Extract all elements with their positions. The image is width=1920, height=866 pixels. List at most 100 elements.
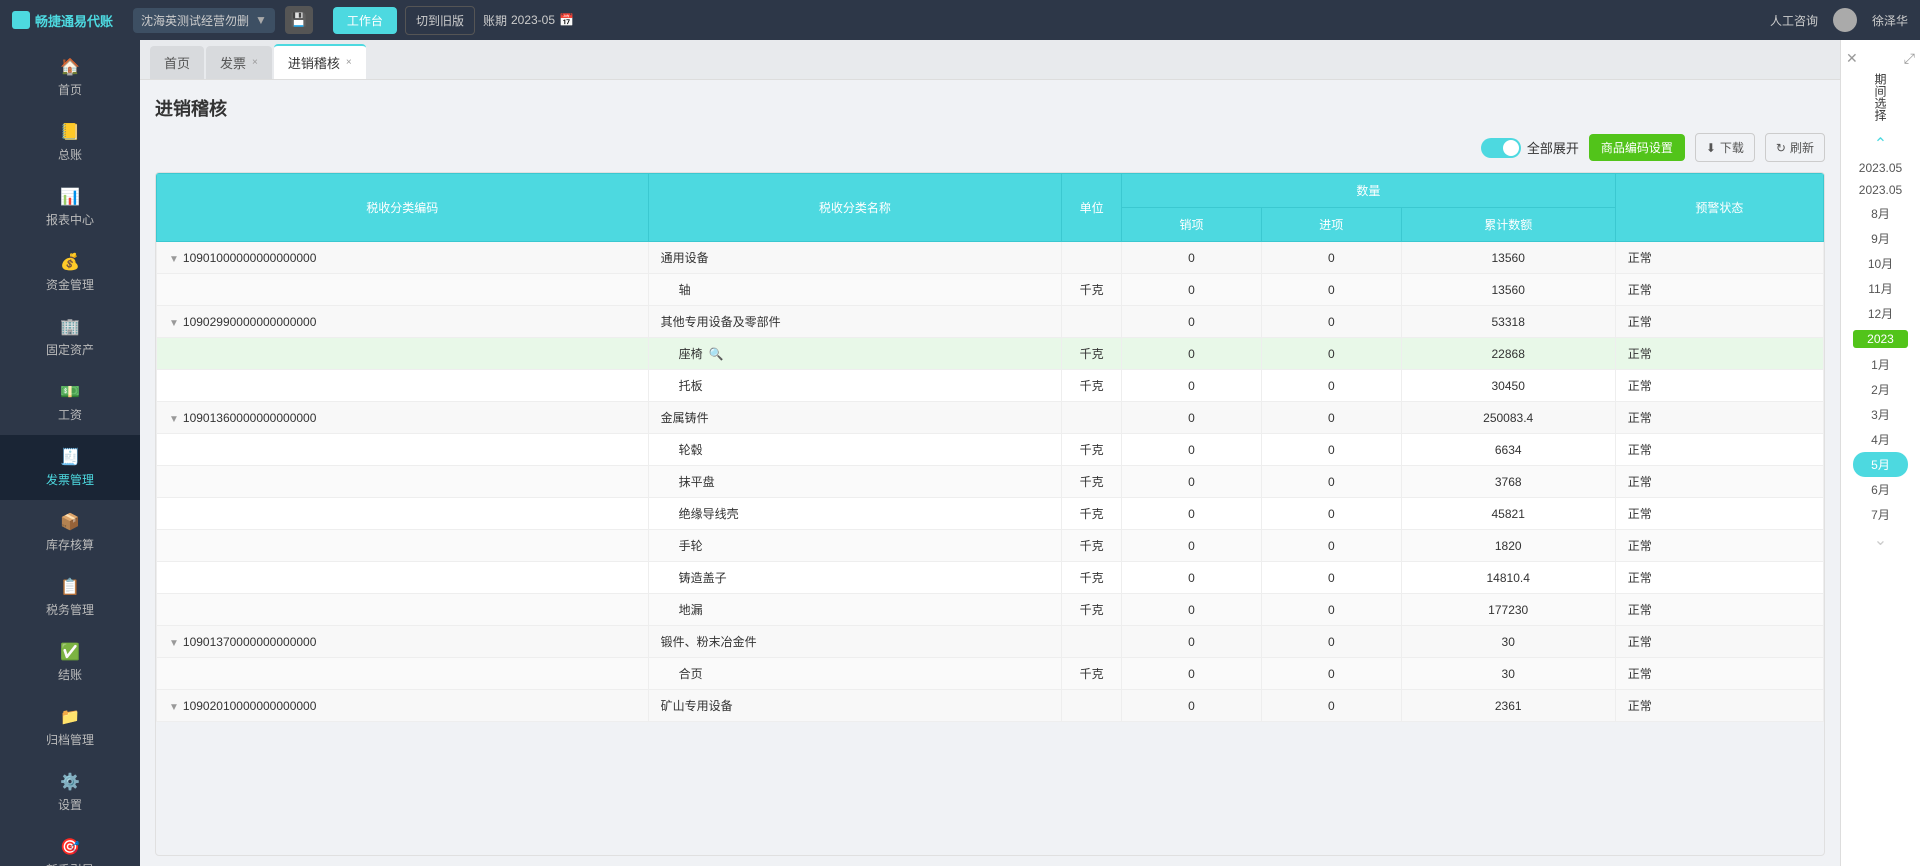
sidebar-item-invoice[interactable]: 🧾 发票管理 [0,435,140,500]
sidebar-item-tax[interactable]: 📋 税务管理 [0,565,140,630]
table-cell-name: 轮毂 [648,434,1062,466]
refresh-button[interactable]: ↻ 刷新 [1765,133,1825,162]
tab-reconcile[interactable]: 进销稽核 × [274,44,366,79]
right-panel-close-button[interactable]: ✕ [1846,50,1858,67]
period-item[interactable]: 10月 [1853,251,1908,276]
period-item[interactable]: 5月 [1853,452,1908,477]
period-item[interactable]: 6月 [1853,477,1908,502]
table-cell-purchase: 0 [1261,658,1401,690]
table-cell-warning: 正常 [1615,402,1823,434]
table-cell-warning: 正常 [1615,690,1823,722]
collapse-icon[interactable]: ▼ [169,254,179,265]
table-cell-purchase: 0 [1261,274,1401,306]
sidebar-item-reports[interactable]: 📊 报表中心 [0,175,140,240]
sidebar-item-checkout[interactable]: ✅ 结账 [0,630,140,695]
calendar-icon[interactable]: 📅 [559,13,574,27]
period-item[interactable]: 7月 [1853,502,1908,527]
period-scroll-down[interactable]: ⌄ [1874,530,1887,550]
save-button[interactable]: 💾 [285,6,313,34]
table-cell-purchase: 0 [1261,370,1401,402]
table-cell-unit: 千克 [1062,594,1122,626]
right-panel-header: ✕ ⤢ [1846,50,1915,67]
support-link[interactable]: 人工咨询 [1770,12,1818,29]
refresh-label: 刷新 [1790,139,1814,156]
collapse-icon[interactable]: ▼ [169,638,179,649]
table-cell-name: 轴 [648,274,1062,306]
table-cell-unit: 千克 [1062,466,1122,498]
expand-toggle[interactable] [1481,138,1521,158]
col-quantity-group: 数量 [1122,174,1616,208]
switch-old-button[interactable]: 切到旧版 [405,6,475,35]
sidebar-item-ledger[interactable]: 📒 总账 [0,110,140,175]
tab-home-label: 首页 [164,53,190,72]
right-panel-expand-button[interactable]: ⤢ [1904,50,1915,67]
period-item[interactable]: 4月 [1853,427,1908,452]
sidebar-item-guide[interactable]: 🎯 新手引导 [0,825,140,866]
table-cell-code [157,370,649,402]
table-cell-unit: 千克 [1062,658,1122,690]
data-table: 税收分类编码 税收分类名称 单位 数量 预警状态 销项 进项 累计数额 [156,173,1824,722]
sidebar-label-archive: 归档管理 [46,731,94,748]
table-cell-code [157,594,649,626]
period-item[interactable]: 2023.05 [1853,179,1908,201]
tab-reconcile-close[interactable]: × [346,57,352,68]
table-cell-sales: 0 [1122,434,1262,466]
sidebar-item-archive[interactable]: 📁 归档管理 [0,695,140,760]
sidebar-item-salary[interactable]: 💵 工资 [0,370,140,435]
company-selector[interactable]: 沈海英测试经营勿删 ▼ [133,8,275,33]
table-cell-code: ▼10901360000000000000 [157,402,649,434]
home-icon: 🏠 [60,57,80,77]
sidebar-label-checkout: 结账 [58,666,82,683]
table-cell-cumulative: 14810.4 [1401,562,1615,594]
collapse-icon[interactable]: ▼ [169,702,179,713]
table-cell-unit: 千克 [1062,338,1122,370]
period-list: 2023.052023.058月9月10月11月12月20231月2月3月4月5… [1853,157,1908,527]
table-cell-code [157,434,649,466]
search-icon[interactable]: 🔍 [709,347,724,361]
inventory-icon: 📦 [60,512,80,532]
table-cell-cumulative: 250083.4 [1401,402,1615,434]
table-cell-name: 抹平盘 [648,466,1062,498]
page-title: 进销稽核 [155,95,1825,121]
period-item[interactable]: 11月 [1853,276,1908,301]
collapse-icon[interactable]: ▼ [169,414,179,425]
sidebar-label-inventory: 库存核算 [46,536,94,553]
product-code-button[interactable]: 商品编码设置 [1589,134,1685,161]
assets-icon: 🏢 [60,317,80,337]
download-icon: ⬇ [1706,141,1716,155]
sidebar-item-inventory[interactable]: 📦 库存核算 [0,500,140,565]
period-item[interactable]: 1月 [1853,352,1908,377]
table-cell-unit: 千克 [1062,274,1122,306]
tab-home[interactable]: 首页 [150,46,204,79]
period-info: 账期 2023-05 📅 [483,12,574,29]
toggle-expand-wrap: 全部展开 [1481,138,1579,158]
period-item[interactable]: 3月 [1853,402,1908,427]
logo-icon [12,11,30,29]
sidebar-item-home[interactable]: 🏠 首页 [0,45,140,110]
sidebar-item-assets[interactable]: 🏢 固定资产 [0,305,140,370]
sidebar-item-funds[interactable]: 💰 资金管理 [0,240,140,305]
table-cell-purchase: 0 [1261,498,1401,530]
table-cell-name: 铸造盖子 [648,562,1062,594]
table-cell-unit: 千克 [1062,562,1122,594]
period-item[interactable]: 9月 [1853,226,1908,251]
workbench-button[interactable]: 工作台 [333,7,397,34]
period-item[interactable]: 2023.05 [1853,157,1908,179]
top-bar: 畅捷通易代账 沈海英测试经营勿删 ▼ 💾 工作台 切到旧版 账期 2023-05… [0,0,1920,40]
period-item[interactable]: 8月 [1853,201,1908,226]
main-layout: 🏠 首页 📒 总账 📊 报表中心 💰 资金管理 🏢 固定资产 💵 工资 🧾 发票… [0,40,1920,866]
collapse-icon[interactable]: ▼ [169,318,179,329]
tab-invoice[interactable]: 发票 × [206,46,272,79]
tab-invoice-close[interactable]: × [252,57,258,68]
company-name: 沈海英测试经营勿删 [141,12,249,29]
sidebar-label-tax: 税务管理 [46,601,94,618]
table-cell-purchase: 0 [1261,594,1401,626]
table-cell-code [157,530,649,562]
logo: 畅捷通易代账 [12,11,113,30]
sidebar-item-settings[interactable]: ⚙️ 设置 [0,760,140,825]
period-item[interactable]: 2月 [1853,377,1908,402]
download-button[interactable]: ⬇ 下载 [1695,133,1755,162]
table-cell-code [157,338,649,370]
period-scroll-up[interactable]: ⌃ [1874,134,1887,154]
period-item[interactable]: 12月 [1853,301,1908,326]
